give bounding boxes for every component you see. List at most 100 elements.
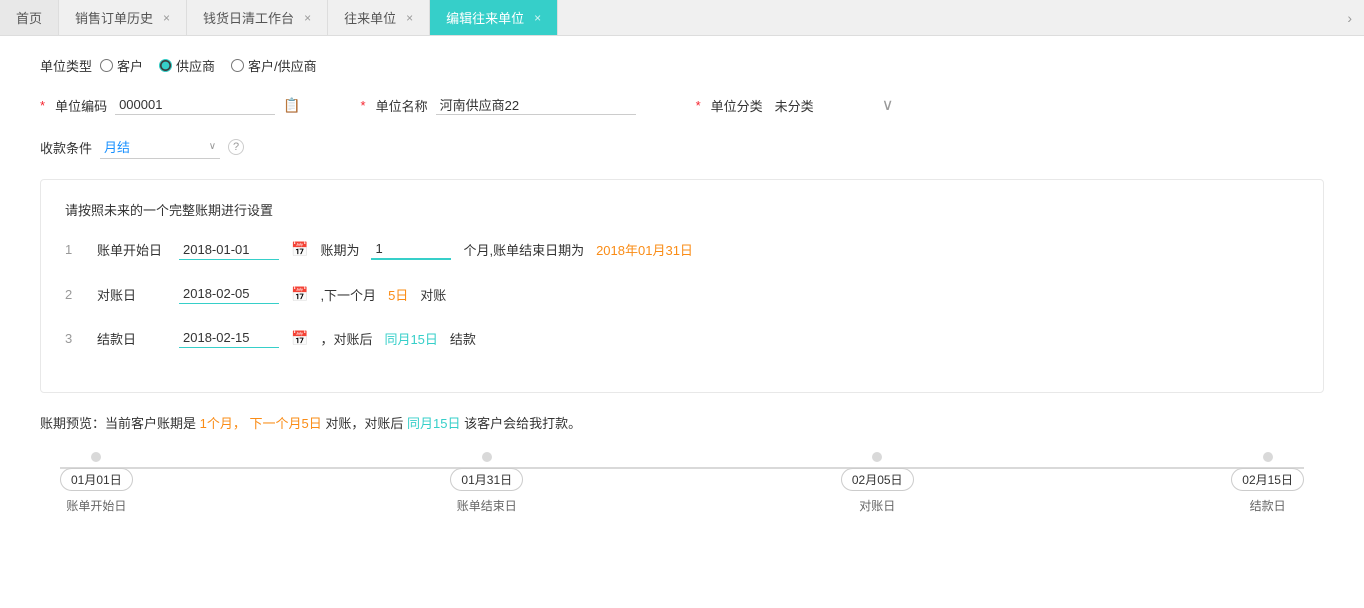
tab-home[interactable]: 首页 <box>0 0 59 35</box>
unit-code-group: * 单位编码 📋 <box>40 95 301 115</box>
unit-type-label: 单位类型 <box>40 56 92 75</box>
preview-mid: 对账，对账后 <box>325 416 403 431</box>
payment-row: 收款条件 月结 ∨ ? <box>40 135 1324 159</box>
timeline-point-4: 02月15日 结款日 <box>1231 452 1304 514</box>
tab-edit-partner-close[interactable]: × <box>534 11 541 25</box>
timeline-label-2: 账单结束日 <box>457 497 517 514</box>
preview-label: 账期预览：当前客户账期是 <box>40 416 196 431</box>
tab-sales-history[interactable]: 销售订单历史 × <box>59 0 187 35</box>
payment-value: 月结 <box>104 137 203 156</box>
payment-dropdown[interactable]: 月结 ∨ <box>100 135 220 159</box>
row-3-suffix: 结款 <box>450 329 476 348</box>
tab-cash-work[interactable]: 钱货日清工作台 × <box>187 0 328 35</box>
unit-class-required: * <box>696 98 701 113</box>
unit-details-row: * 单位编码 📋 * 单位名称 * 单位分类 未分类 ∨ <box>40 95 1324 115</box>
row-1-calendar-icon[interactable]: 📅 <box>291 241 308 258</box>
unit-class-value: 未分类 <box>775 96 814 115</box>
preview-end: 该客户会给我打款。 <box>464 416 581 431</box>
panel-row-1: 1 账单开始日 📅 账期为 个月,账单结束日期为 2018年01月31日 <box>65 239 1299 260</box>
tab-edit-partner-label: 编辑往来单位 <box>446 8 524 27</box>
row-3-calendar-icon[interactable]: 📅 <box>291 330 308 347</box>
unit-name-group: * 单位名称 <box>361 95 636 115</box>
payment-dropdown-arrow: ∨ <box>209 141 216 152</box>
row-2-field: 对账日 <box>97 285 167 304</box>
tab-cash-work-close[interactable]: × <box>304 11 311 25</box>
row-1-date-input[interactable] <box>179 240 279 260</box>
row-1-label-period: 账期为 <box>320 240 359 259</box>
timeline-dot-4 <box>1263 452 1273 462</box>
unit-code-label: 单位编码 <box>55 96 107 115</box>
payment-group: 收款条件 月结 ∨ ? <box>40 135 244 159</box>
radio-both-label: 客户/供应商 <box>248 56 317 75</box>
row-3-field: 结款日 <box>97 329 167 348</box>
timeline-container: 01月01日 账单开始日 01月31日 账单结束日 02月05日 对账日 02月… <box>40 452 1324 514</box>
preview-part1: 1个月， <box>200 416 246 431</box>
row-2-num: 2 <box>65 287 85 302</box>
row-3-num: 3 <box>65 331 85 346</box>
timeline-point-2: 01月31日 账单结束日 <box>450 452 523 514</box>
radio-both[interactable]: 客户/供应商 <box>231 56 317 75</box>
row-2-day: 5日 <box>388 285 408 304</box>
radio-customer[interactable]: 客户 <box>100 56 143 75</box>
unit-type-group: 单位类型 客户 供应商 客户/供应商 <box>40 56 317 75</box>
unit-code-required: * <box>40 98 45 113</box>
payment-help-icon[interactable]: ? <box>228 139 244 155</box>
row-1-suffix: 个月,账单结束日期为 <box>463 240 584 259</box>
tab-sales-history-label: 销售订单历史 <box>75 8 153 27</box>
unit-name-required: * <box>361 98 366 113</box>
timeline-date-1: 01月01日 <box>60 468 133 491</box>
timeline-label-1: 账单开始日 <box>66 497 126 514</box>
unit-code-icon[interactable]: 📋 <box>283 97 300 114</box>
row-2-prefix: ,下一个月 <box>320 285 376 304</box>
unit-name-input[interactable] <box>436 95 636 115</box>
unit-type-radios: 客户 供应商 客户/供应商 <box>100 56 317 75</box>
tab-home-label: 首页 <box>16 8 42 27</box>
tab-partners-label: 往来单位 <box>344 8 396 27</box>
timeline-label-3: 对账日 <box>859 497 895 514</box>
tab-overflow-arrow[interactable]: › <box>1335 10 1364 26</box>
preview-part3: 同月15日 <box>407 416 460 431</box>
radio-supplier-input[interactable] <box>159 59 172 72</box>
settings-panel: 请按照未来的一个完整账期进行设置 1 账单开始日 📅 账期为 个月,账单结束日期… <box>40 179 1324 393</box>
row-3-date-input[interactable] <box>179 328 279 348</box>
timeline-date-4: 02月15日 <box>1231 468 1304 491</box>
panel-title: 请按照未来的一个完整账期进行设置 <box>65 200 1299 219</box>
tab-sales-history-close[interactable]: × <box>163 11 170 25</box>
preview-part2: 下一个月5日 <box>250 416 322 431</box>
row-2-suffix: 对账 <box>420 285 446 304</box>
timeline-dot-3 <box>872 452 882 462</box>
row-3-prefix: ，对账后 <box>320 329 372 348</box>
period-input[interactable] <box>371 239 451 260</box>
radio-supplier[interactable]: 供应商 <box>159 56 215 75</box>
unit-class-label: 单位分类 <box>711 96 763 115</box>
panel-row-3: 3 结款日 📅 ，对账后 同月15日 结款 <box>65 328 1299 348</box>
tab-edit-partner[interactable]: 编辑往来单位 × <box>430 0 558 35</box>
row-2-date-input[interactable] <box>179 284 279 304</box>
preview-section: 账期预览：当前客户账期是 1个月， 下一个月5日 对账，对账后 同月15日 该客… <box>40 413 1324 432</box>
unit-name-label: 单位名称 <box>376 96 428 115</box>
timeline-points: 01月01日 账单开始日 01月31日 账单结束日 02月05日 对账日 02月… <box>60 452 1304 514</box>
radio-customer-input[interactable] <box>100 59 113 72</box>
timeline-dot-2 <box>482 452 492 462</box>
row-1-num: 1 <box>65 242 85 257</box>
radio-customer-label: 客户 <box>117 56 143 75</box>
row-1-field: 账单开始日 <box>97 240 167 259</box>
row-2-calendar-icon[interactable]: 📅 <box>291 286 308 303</box>
timeline-point-3: 02月05日 对账日 <box>841 452 914 514</box>
row-3-day: 同月15日 <box>384 329 437 348</box>
tab-partners[interactable]: 往来单位 × <box>328 0 430 35</box>
row-1-end-date: 2018年01月31日 <box>596 240 693 259</box>
timeline-point-1: 01月01日 账单开始日 <box>60 452 133 514</box>
tab-cash-work-label: 钱货日清工作台 <box>203 8 294 27</box>
unit-type-row: 单位类型 客户 供应商 客户/供应商 <box>40 56 1324 75</box>
unit-class-dropdown-arrow[interactable]: ∨ <box>882 95 894 115</box>
main-content: 单位类型 客户 供应商 客户/供应商 * 单位编码 <box>0 36 1364 608</box>
radio-both-input[interactable] <box>231 59 244 72</box>
unit-code-input[interactable] <box>115 95 275 115</box>
tab-partners-close[interactable]: × <box>406 11 413 25</box>
tab-bar: 首页 销售订单历史 × 钱货日清工作台 × 往来单位 × 编辑往来单位 × › <box>0 0 1364 36</box>
timeline-dot-1 <box>91 452 101 462</box>
timeline-date-3: 02月05日 <box>841 468 914 491</box>
payment-label: 收款条件 <box>40 138 92 157</box>
timeline-date-2: 01月31日 <box>450 468 523 491</box>
